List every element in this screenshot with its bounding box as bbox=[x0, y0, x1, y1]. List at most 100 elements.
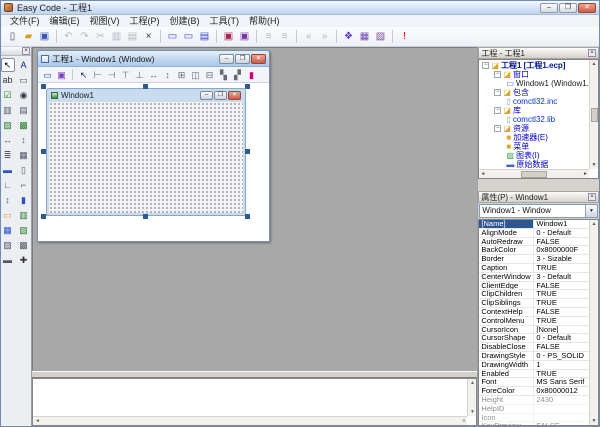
menu-item[interactable]: 编辑(E) bbox=[45, 15, 85, 27]
combobox-tool-icon[interactable]: ▥ bbox=[1, 103, 15, 117]
menu-item[interactable]: 帮助(H) bbox=[244, 15, 285, 27]
Border[interactable]: Border 3 - Sizable bbox=[479, 255, 589, 264]
checkbox-tool-icon[interactable]: ☑ bbox=[1, 88, 15, 102]
delete-icon[interactable]: × bbox=[141, 29, 156, 44]
maximize-button[interactable]: ❐ bbox=[559, 2, 577, 13]
resize-handle[interactable] bbox=[41, 84, 46, 89]
picture-tool-icon[interactable]: ▩ bbox=[16, 118, 31, 132]
property-value[interactable]: 3 - Default bbox=[534, 273, 589, 281]
hotkey-tool-icon[interactable]: ▩ bbox=[16, 238, 31, 252]
scroll-right-icon[interactable]: ► bbox=[583, 171, 588, 177]
property-value[interactable] bbox=[534, 414, 589, 422]
grid-tool-icon[interactable]: ▦ bbox=[1, 223, 15, 237]
scroll-down-icon[interactable]: ▼ bbox=[470, 409, 475, 415]
form-window1[interactable]: Window1 – ❐ ✕ bbox=[46, 88, 246, 216]
DisableClose[interactable]: DisableClose FALSE bbox=[479, 343, 589, 352]
radio-tool-icon[interactable]: ◉ bbox=[16, 88, 31, 102]
menu-item[interactable]: 工程(P) bbox=[125, 15, 165, 27]
calendar-tool-icon[interactable]: ▧ bbox=[16, 223, 31, 237]
HelpID[interactable]: HelpID bbox=[479, 404, 589, 414]
property-value[interactable]: FALSE bbox=[534, 282, 589, 290]
treeview-tool-icon[interactable]: ≣ bbox=[1, 148, 15, 162]
tree-collapse-icon[interactable]: − bbox=[494, 107, 502, 114]
grid-vertical-scrollbar[interactable]: ▲ ▼ bbox=[589, 220, 598, 425]
tree-vertical-scrollbar[interactable]: ▲ ▼ bbox=[589, 60, 598, 169]
paste-icon[interactable]: ▤ bbox=[125, 29, 140, 44]
resize-handle[interactable] bbox=[41, 214, 46, 219]
ClientEdge[interactable]: ClientEdge FALSE bbox=[479, 281, 589, 291]
menu-item[interactable]: 工具(T) bbox=[205, 15, 245, 27]
property-value[interactable]: TRUE bbox=[534, 299, 589, 307]
ControlMenu[interactable]: ControlMenu TRUE bbox=[479, 316, 589, 326]
build-icon[interactable]: ▦ bbox=[357, 29, 372, 44]
tree-item[interactable]: ▬ 原始数据 bbox=[479, 160, 589, 169]
scrollbar-thumb[interactable] bbox=[521, 170, 548, 178]
chevron-down-icon[interactable]: ▼ bbox=[585, 205, 597, 217]
scrollbar-thumb[interactable] bbox=[590, 107, 598, 122]
richedit-tool-icon[interactable]: ▮ bbox=[16, 193, 31, 207]
property-value[interactable]: TRUE bbox=[534, 264, 589, 272]
add-resource-icon[interactable]: ▣ bbox=[221, 29, 236, 44]
property-value[interactable]: TRUE bbox=[534, 317, 589, 325]
imagelist-tool-icon[interactable]: ▨ bbox=[1, 118, 15, 132]
button-tool-icon[interactable]: ▭ bbox=[16, 73, 31, 87]
ContextHelp[interactable]: ContextHelp FALSE bbox=[479, 307, 589, 317]
view-code-icon[interactable]: ▣ bbox=[55, 68, 68, 81]
pointer-tool-icon[interactable]: ↖ bbox=[1, 58, 15, 72]
save-icon[interactable]: ▣ bbox=[37, 29, 52, 44]
form-grid-surface[interactable] bbox=[49, 102, 243, 213]
scroll-down-icon[interactable]: ▼ bbox=[592, 418, 597, 424]
property-value[interactable]: 0 - PS_SOLID bbox=[534, 352, 589, 360]
new-file-icon[interactable]: ▯ bbox=[5, 29, 20, 44]
property-value[interactable]: Window1 bbox=[534, 220, 589, 228]
resize-handle[interactable] bbox=[245, 149, 250, 154]
ClipChildren[interactable]: ClipChildren TRUE bbox=[479, 290, 589, 300]
scroll-left-icon[interactable]: ◄ bbox=[480, 171, 485, 177]
property-value[interactable]: FALSE bbox=[534, 238, 589, 246]
AutoRedraw[interactable]: AutoRedraw FALSE bbox=[479, 237, 589, 247]
menu-item[interactable]: 创建(B) bbox=[165, 15, 205, 27]
property-value[interactable]: 0x80000012 bbox=[534, 387, 589, 395]
align-lefts-icon[interactable]: ⊢ bbox=[91, 68, 104, 81]
align-rights-icon[interactable]: ⊣ bbox=[105, 68, 118, 81]
CursorIcon[interactable]: CursorIcon [None] bbox=[479, 325, 589, 335]
tree-collapse-icon[interactable]: − bbox=[494, 71, 502, 78]
tree-item[interactable]: − ◪ 包含 bbox=[479, 88, 589, 97]
align-bottoms-icon[interactable]: ⊥ bbox=[133, 68, 146, 81]
horizontal-splitter[interactable] bbox=[32, 371, 478, 379]
AlignMode[interactable]: AlignMode 0 - Default bbox=[479, 228, 589, 238]
toolbox-close-icon[interactable]: × bbox=[22, 47, 30, 55]
designer-canvas[interactable]: Window1 – ❐ ✕ bbox=[38, 83, 269, 241]
child-minimize-button[interactable]: – bbox=[219, 53, 234, 64]
project-settings-icon[interactable]: ▣ bbox=[237, 29, 252, 44]
tree-item[interactable]: ▭ Window1 (Window1.ec bbox=[479, 79, 589, 88]
scrollbar-tool-icon[interactable]: ▯ bbox=[16, 163, 31, 177]
bring-to-front-icon[interactable]: ▚ bbox=[217, 68, 230, 81]
scroll-up-icon[interactable]: ▲ bbox=[592, 221, 597, 227]
resize-handle[interactable] bbox=[245, 214, 250, 219]
object-selector[interactable]: Window1 - Window ▼ bbox=[479, 204, 598, 218]
move-down-icon[interactable]: ≡ bbox=[277, 29, 292, 44]
tooltip-tool-icon[interactable]: ▭ bbox=[1, 208, 15, 222]
property-value[interactable]: 3 - Sizable bbox=[534, 255, 589, 263]
tree-collapse-icon[interactable]: − bbox=[494, 125, 502, 132]
Height[interactable]: Height 2430 bbox=[479, 395, 589, 405]
compile-icon[interactable]: ❖ bbox=[341, 29, 356, 44]
resize-handle[interactable] bbox=[245, 84, 250, 89]
output-panel[interactable]: ▲ ▼ ◄ ≡ bbox=[32, 378, 478, 426]
same-width-icon[interactable]: ↔ bbox=[147, 68, 160, 81]
align-tops-icon[interactable]: ⊤ bbox=[119, 68, 132, 81]
tab-tool-icon[interactable]: ▥ bbox=[16, 208, 31, 222]
resize-handle[interactable] bbox=[41, 149, 46, 154]
undo-icon[interactable]: ↶ bbox=[61, 29, 76, 44]
property-value[interactable]: 1 bbox=[534, 361, 589, 369]
slider-tool-icon[interactable]: ↔ bbox=[1, 133, 15, 147]
scroll-up-icon[interactable]: ▲ bbox=[470, 380, 475, 386]
updown-tool-icon[interactable]: ↕ bbox=[16, 133, 31, 147]
property-value[interactable]: FALSE bbox=[534, 308, 589, 316]
build-all-icon[interactable]: ▧ bbox=[373, 29, 388, 44]
[Name][interactable]: [Name] Window1 bbox=[479, 220, 589, 229]
label-tool-icon[interactable]: A bbox=[16, 58, 31, 72]
tree-item[interactable]: ▯ comctl32.lib bbox=[479, 115, 589, 124]
KeyPreview[interactable]: KeyPreview FALSE bbox=[479, 422, 589, 425]
